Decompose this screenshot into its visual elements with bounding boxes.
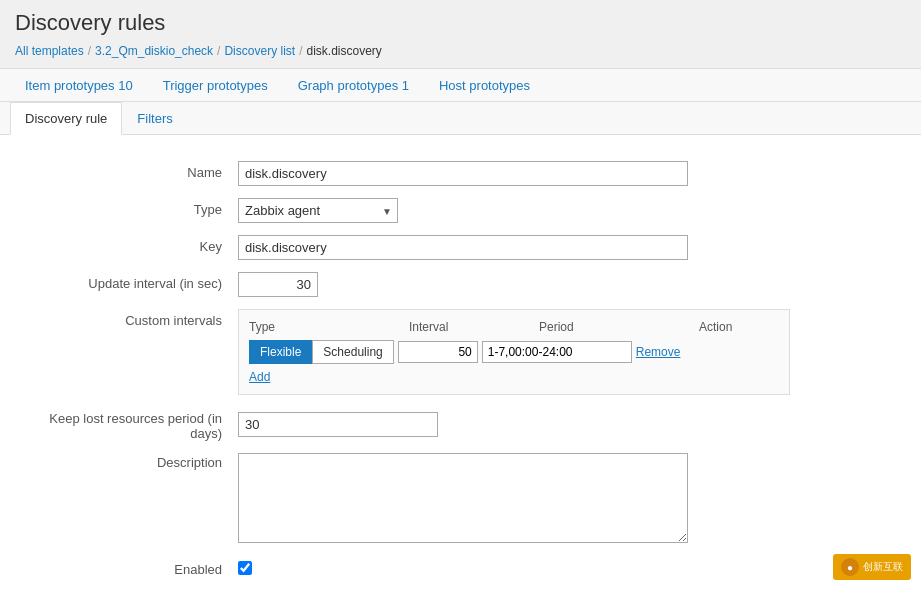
description-row: Description — [30, 447, 891, 552]
type-row: Type Zabbix agent Zabbix agent (active) … — [30, 192, 891, 229]
sub-nav: Discovery rule Filters — [0, 102, 921, 135]
tab-filters[interactable]: Filters — [122, 102, 187, 134]
ci-toggle-group: Flexible Scheduling — [249, 340, 394, 364]
ci-row-1: Flexible Scheduling Remove — [249, 340, 779, 364]
ci-header: Type Interval Period Action — [249, 320, 779, 334]
breadcrumb-all-templates[interactable]: All templates — [15, 44, 84, 58]
breadcrumb-sep-3: / — [299, 44, 302, 58]
type-select-wrapper: Zabbix agent Zabbix agent (active) Simpl… — [238, 198, 398, 223]
name-label: Name — [30, 155, 230, 192]
action-buttons-row: Update Clone Delete Cancel — [30, 583, 891, 590]
update-interval-label: Update interval (in sec) — [30, 266, 230, 303]
custom-intervals-label: Custom intervals — [30, 303, 230, 401]
enabled-row: Enabled — [30, 552, 891, 583]
ci-remove-button[interactable]: Remove — [636, 345, 681, 359]
breadcrumb-template[interactable]: 3.2_Qm_diskio_check — [95, 44, 213, 58]
type-select[interactable]: Zabbix agent Zabbix agent (active) Simpl… — [238, 198, 398, 223]
page-header: Discovery rules All templates / 3.2_Qm_d… — [0, 0, 921, 69]
ci-flexible-btn[interactable]: Flexible — [249, 340, 312, 364]
main-content: Name Type Zabbix agent Zabbix agent (act… — [0, 135, 921, 590]
logo-text: 创新互联 — [863, 560, 903, 574]
tab-graph-prototypes[interactable]: Graph prototypes 1 — [283, 69, 424, 101]
ci-type-header: Type — [249, 320, 409, 334]
custom-intervals-wrapper: Type Interval Period Action Flexible Sch… — [238, 309, 790, 395]
name-row: Name — [30, 155, 891, 192]
tab-discovery-rule[interactable]: Discovery rule — [10, 102, 122, 135]
enabled-label: Enabled — [30, 552, 230, 583]
key-input[interactable] — [238, 235, 688, 260]
ci-period-input[interactable] — [482, 341, 632, 363]
breadcrumb: All templates / 3.2_Qm_diskio_check / Di… — [15, 44, 906, 58]
top-nav: Item prototypes 10 Trigger prototypes Gr… — [0, 69, 921, 102]
update-interval-row: Update interval (in sec) — [30, 266, 891, 303]
keep-lost-label: Keep lost resources period (in days) — [30, 401, 230, 447]
keep-lost-row: Keep lost resources period (in days) — [30, 401, 891, 447]
breadcrumb-current: disk.discovery — [306, 44, 381, 58]
tab-trigger-prototypes[interactable]: Trigger prototypes — [148, 69, 283, 101]
ci-period-header: Period — [539, 320, 699, 334]
ci-interval-input[interactable] — [398, 341, 478, 363]
page-title: Discovery rules — [15, 10, 906, 36]
ci-action-header: Action — [699, 320, 779, 334]
update-interval-input[interactable] — [238, 272, 318, 297]
logo-icon: ● — [841, 558, 859, 576]
tab-host-prototypes[interactable]: Host prototypes — [424, 69, 545, 101]
ci-scheduling-btn[interactable]: Scheduling — [312, 340, 393, 364]
ci-interval-header: Interval — [409, 320, 539, 334]
breadcrumb-sep-1: / — [88, 44, 91, 58]
name-input[interactable] — [238, 161, 688, 186]
form-table: Name Type Zabbix agent Zabbix agent (act… — [30, 155, 891, 590]
description-textarea[interactable] — [238, 453, 688, 543]
type-label: Type — [30, 192, 230, 229]
breadcrumb-discovery-list[interactable]: Discovery list — [224, 44, 295, 58]
description-label: Description — [30, 447, 230, 552]
custom-intervals-row: Custom intervals Type Interval Period Ac… — [30, 303, 891, 401]
enabled-checkbox[interactable] — [238, 561, 252, 575]
breadcrumb-sep-2: / — [217, 44, 220, 58]
key-label: Key — [30, 229, 230, 266]
key-row: Key — [30, 229, 891, 266]
tab-item-prototypes[interactable]: Item prototypes 10 — [10, 69, 148, 101]
logo-area: ● 创新互联 — [833, 554, 911, 580]
enabled-checkbox-wrapper — [238, 561, 883, 575]
keep-lost-input[interactable] — [238, 412, 438, 437]
ci-add-button[interactable]: Add — [249, 370, 270, 384]
